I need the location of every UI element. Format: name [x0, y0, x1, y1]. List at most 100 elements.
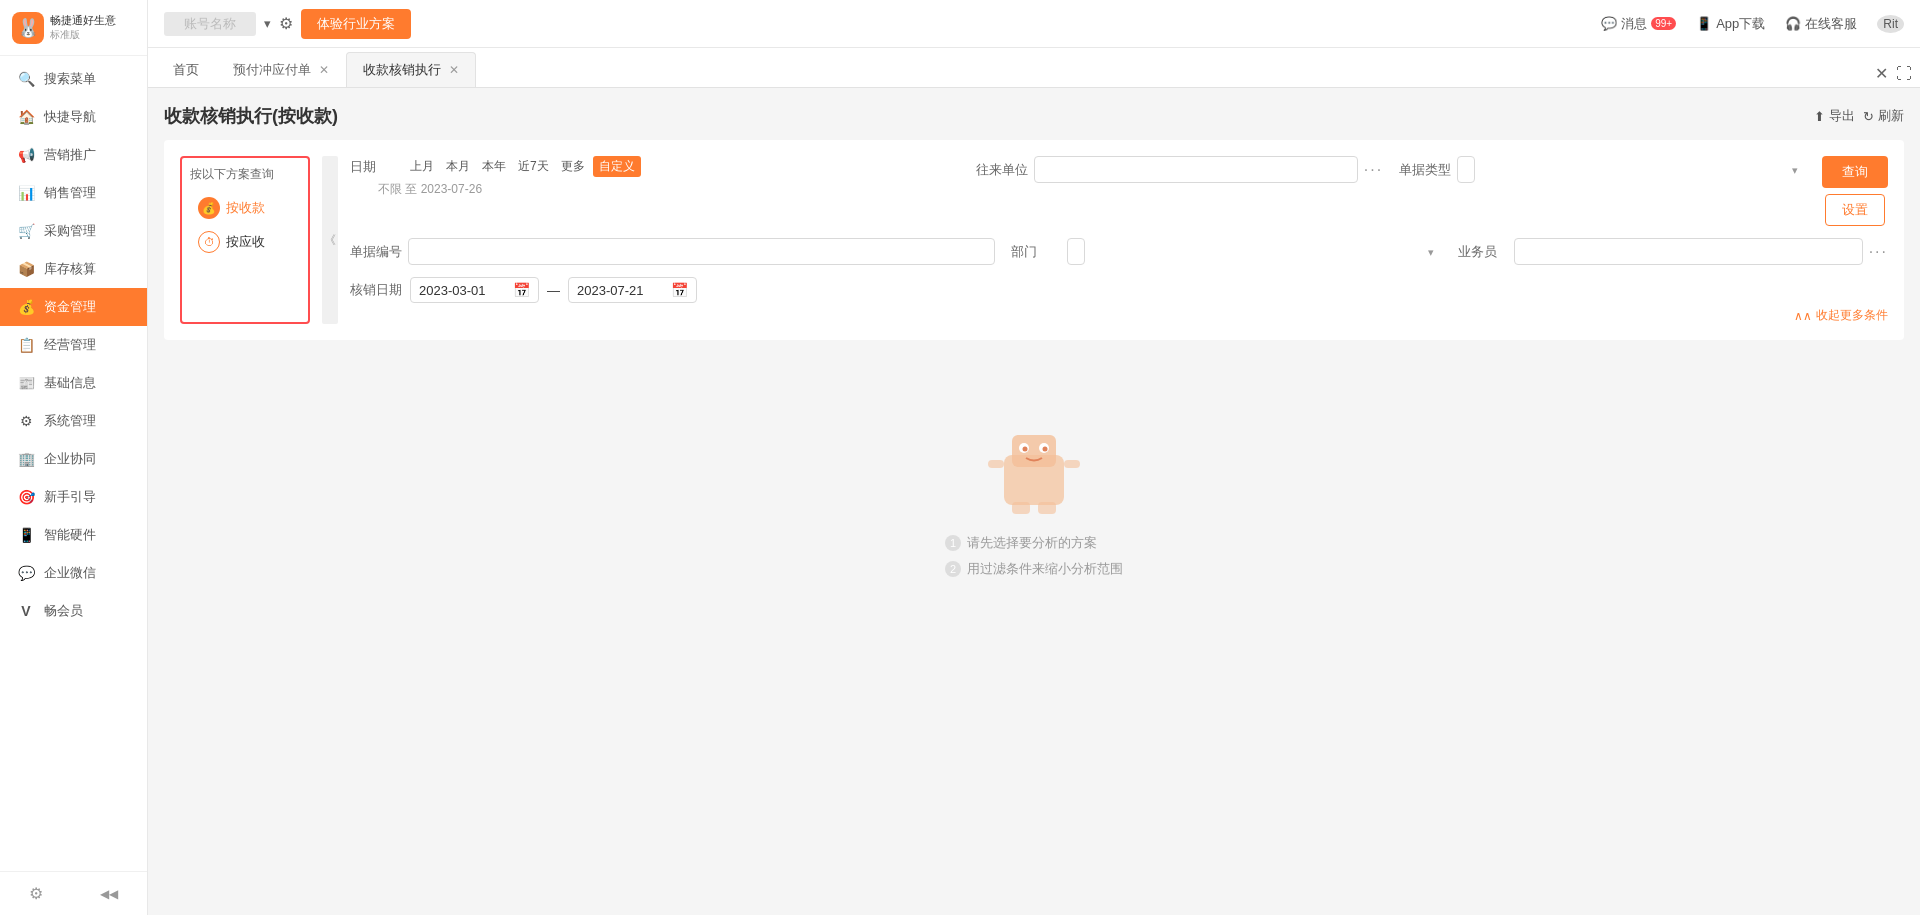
form-buttons: 查询 设置: [1822, 156, 1888, 226]
logo-area: 🐰 畅捷通好生意 标准版: [0, 0, 147, 56]
tab-home[interactable]: 首页: [156, 52, 216, 87]
doc-type-select[interactable]: [1457, 156, 1475, 183]
sidebar-nav: 🔍 搜索菜单 🏠 快捷导航 📢 营销推广 📊 销售管理 🛒 采购管理 📦 库存核…: [0, 56, 147, 871]
filter-collapse-button[interactable]: 《: [322, 156, 338, 324]
chevron-down-icon[interactable]: ▾: [264, 16, 271, 31]
tab-prepay[interactable]: 预付冲应付单 ✕: [216, 52, 346, 87]
sidebar-item-guide[interactable]: 🎯 新手引导: [0, 478, 147, 516]
sidebar-item-label: 企业协同: [44, 450, 96, 468]
date-this-month-button[interactable]: 本月: [442, 156, 474, 177]
doc-type-select-wrapper: ▾: [1457, 156, 1806, 183]
verify-date-start-input[interactable]: [419, 283, 509, 298]
collapse-up-icon: ∧∧: [1794, 309, 1812, 323]
filter-sidebar: 按以下方案查询 💰 按收款 ⏱ 按应收: [180, 156, 310, 324]
salesperson-field: 业务员 ···: [1458, 238, 1888, 265]
tab-close-window-button[interactable]: ✕: [1875, 64, 1888, 83]
sidebar-item-system[interactable]: ⚙ 系统管理: [0, 402, 147, 440]
app-download-button[interactable]: 📱 App下载: [1696, 15, 1765, 33]
message-icon: 💬: [1601, 16, 1617, 31]
date-more-button[interactable]: 更多: [557, 156, 589, 177]
sidebar-item-sales[interactable]: 📊 销售管理: [0, 174, 147, 212]
svg-point-4: [1023, 447, 1028, 452]
date-label: 日期: [350, 158, 400, 176]
sidebar-item-marketing[interactable]: 📢 营销推广: [0, 136, 147, 174]
salesperson-input[interactable]: [1514, 238, 1863, 265]
doc-type-field: 单据类型 ▾: [1399, 156, 1806, 183]
sidebar-item-business[interactable]: 📋 经营管理: [0, 326, 147, 364]
tabs-actions: ✕ ⛶: [1875, 64, 1912, 87]
filter-form: 日期 上月 本月 本年 近7天 更多 自定义: [350, 156, 1888, 324]
page-content: 收款核销执行(按收款) ⬆ 导出 ↻ 刷新 按以下方案查询: [148, 88, 1920, 915]
sidebar-item-enterprise[interactable]: 🏢 企业协同: [0, 440, 147, 478]
svg-rect-8: [1012, 502, 1030, 514]
sidebar-item-basic[interactable]: 📰 基础信息: [0, 364, 147, 402]
sidebar-item-hardware[interactable]: 📱 智能硬件: [0, 516, 147, 554]
doc-no-label: 单据编号: [350, 243, 402, 261]
user-avatar[interactable]: Rit: [1877, 15, 1904, 33]
tab-maximize-button[interactable]: ⛶: [1896, 65, 1912, 83]
member-icon: V: [16, 603, 36, 619]
query-button[interactable]: 查询: [1822, 156, 1888, 188]
verify-date-label: 核销日期: [350, 281, 402, 299]
salesperson-more-icon[interactable]: ···: [1869, 243, 1888, 261]
page-title-bar: 收款核销执行(按收款) ⬆ 导出 ↻ 刷新: [164, 104, 1904, 128]
doc-type-label: 单据类型: [1399, 161, 1451, 179]
counterpart-input[interactable]: [1034, 156, 1358, 183]
footer-settings-button[interactable]: ⚙: [21, 880, 51, 907]
sidebar-item-purchase[interactable]: 🛒 采购管理: [0, 212, 147, 250]
tabs-bar: 首页 预付冲应付单 ✕ 收款核销执行 ✕ ✕ ⛶: [148, 48, 1920, 88]
dept-select[interactable]: [1067, 238, 1085, 265]
tab-collection-label: 收款核销执行: [363, 61, 441, 79]
date-this-year-button[interactable]: 本年: [478, 156, 510, 177]
receivable-icon: ⏱: [198, 231, 220, 253]
online-service-label: 在线客服: [1805, 15, 1857, 33]
logo-name: 畅捷通好生意: [50, 13, 116, 27]
purchase-icon: 🛒: [16, 223, 36, 239]
settings-icon[interactable]: ⚙: [279, 14, 293, 33]
filter-option-collection[interactable]: 💰 按收款: [190, 191, 300, 225]
sidebar-item-wechat[interactable]: 💬 企业微信: [0, 554, 147, 592]
counterpart-label: 往来单位: [976, 161, 1028, 179]
calendar-end-icon[interactable]: 📅: [671, 282, 688, 298]
refresh-icon: ↻: [1863, 109, 1874, 124]
hint-text-1: 请先选择要分析的方案: [967, 530, 1097, 556]
settings-button[interactable]: 设置: [1825, 194, 1885, 226]
date-last-month-button[interactable]: 上月: [406, 156, 438, 177]
online-service-button[interactable]: 🎧 在线客服: [1785, 15, 1857, 33]
calendar-start-icon[interactable]: 📅: [513, 282, 530, 298]
hint-item-1: 1 请先选择要分析的方案: [945, 530, 1123, 556]
refresh-button[interactable]: ↻ 刷新: [1863, 107, 1904, 125]
filter-option-collection-label: 按收款: [226, 199, 265, 217]
sidebar-item-inventory[interactable]: 📦 库存核算: [0, 250, 147, 288]
sidebar-item-search[interactable]: 🔍 搜索菜单: [0, 60, 147, 98]
export-button[interactable]: ⬆ 导出: [1814, 107, 1855, 125]
sidebar-item-finance[interactable]: 💰 资金管理: [0, 288, 147, 326]
chevron-down-icon: ▾: [1428, 245, 1434, 258]
svg-rect-7: [1064, 460, 1080, 468]
filter-option-receivable-label: 按应收: [226, 233, 265, 251]
sidebar-item-label: 新手引导: [44, 488, 96, 506]
tab-collection[interactable]: 收款核销执行 ✕: [346, 52, 476, 87]
sidebar-item-label: 营销推广: [44, 146, 96, 164]
collapse-more-button[interactable]: ∧∧ 收起更多条件: [1794, 307, 1888, 324]
message-button[interactable]: 💬 消息 99+: [1601, 15, 1676, 33]
service-icon: 🎧: [1785, 16, 1801, 31]
topbar: 账号名称 ▾ ⚙ 体验行业方案 💬 消息 99+ 📱 App下载 🎧 在线客服 …: [148, 0, 1920, 48]
industry-solution-button[interactable]: 体验行业方案: [301, 9, 411, 39]
enterprise-icon: 🏢: [16, 451, 36, 467]
counterpart-more-icon[interactable]: ···: [1364, 161, 1383, 179]
tab-prepay-close-icon[interactable]: ✕: [319, 63, 329, 77]
date-custom-button[interactable]: 自定义: [593, 156, 641, 177]
date-last-7days-button[interactable]: 近7天: [514, 156, 553, 177]
tab-collection-close-icon[interactable]: ✕: [449, 63, 459, 77]
dept-select-wrapper: ▾: [1067, 238, 1441, 265]
topbar-left: 账号名称 ▾ ⚙ 体验行业方案: [164, 9, 1585, 39]
sidebar-item-member[interactable]: V 畅会员: [0, 592, 147, 630]
verify-date-end-input[interactable]: [577, 283, 667, 298]
footer-collapse-button[interactable]: ◀◀: [92, 883, 126, 905]
doc-no-input[interactable]: [408, 238, 995, 265]
business-icon: 📋: [16, 337, 36, 353]
dept-label: 部门: [1011, 243, 1061, 261]
filter-option-receivable[interactable]: ⏱ 按应收: [190, 225, 300, 259]
sidebar-item-shortcut[interactable]: 🏠 快捷导航: [0, 98, 147, 136]
